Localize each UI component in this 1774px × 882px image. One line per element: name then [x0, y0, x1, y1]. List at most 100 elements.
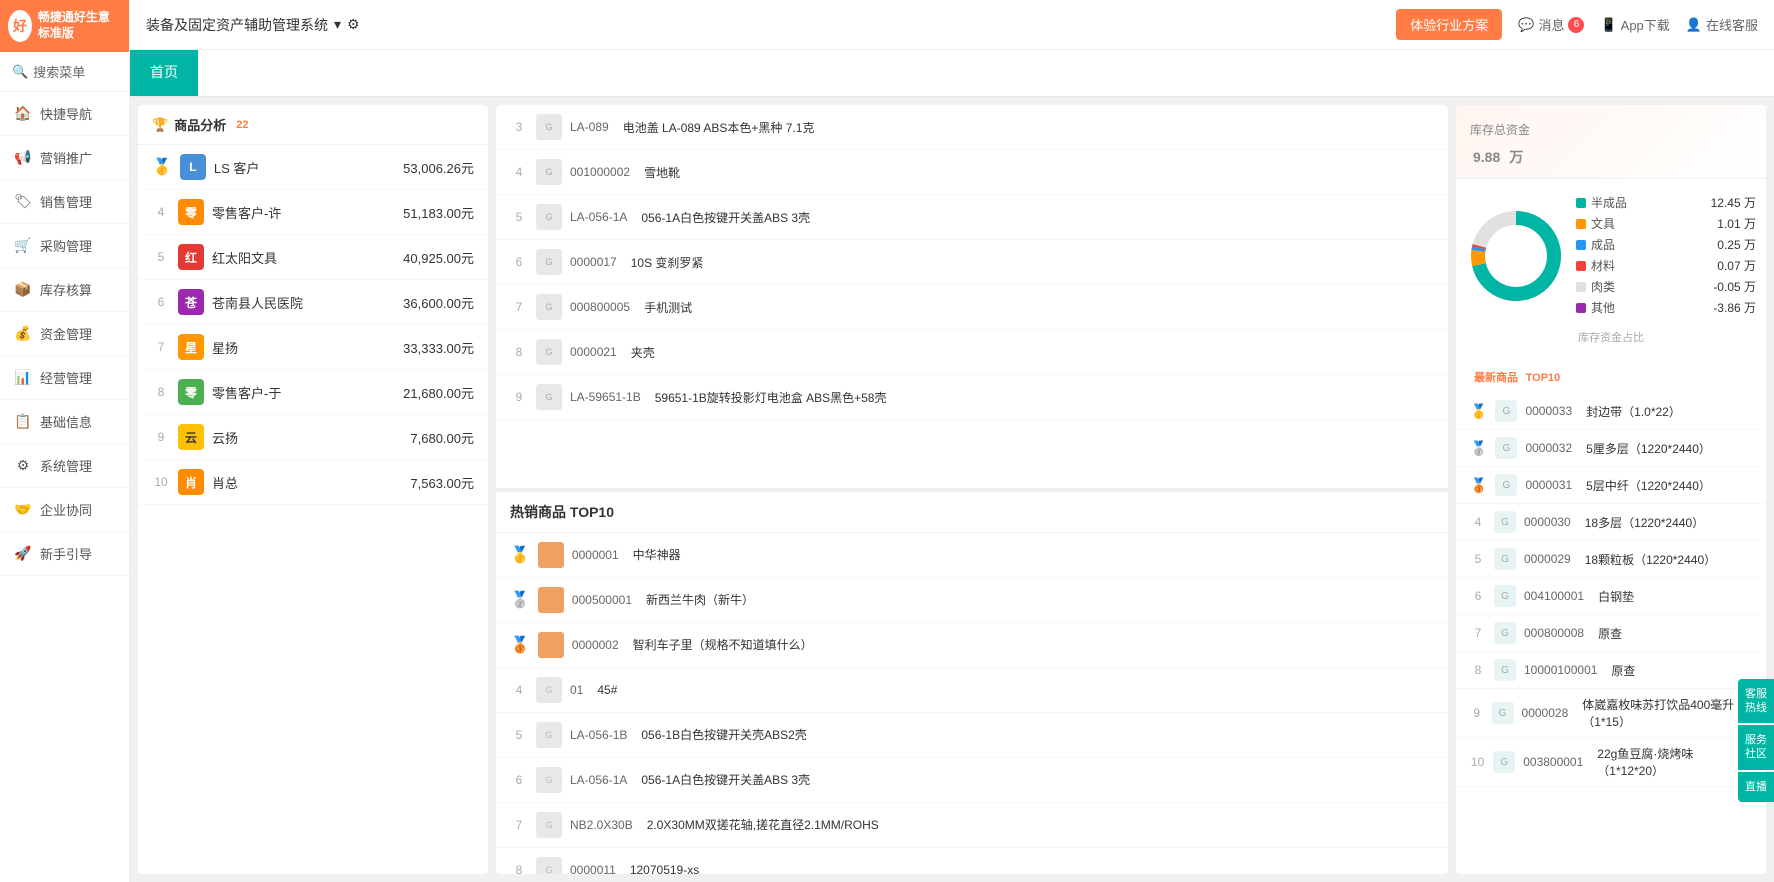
- service-icon: 👤: [1686, 17, 1702, 33]
- sidebar-item-basics[interactable]: 📋基础信息: [0, 400, 129, 444]
- np-rank-number: 4: [1470, 515, 1486, 529]
- customer-item[interactable]: 8 零 零售客户-于 21,680.00元: [138, 370, 488, 415]
- product-name: 10S 变刹罗紧: [631, 254, 704, 271]
- customer-item[interactable]: 9 云 云扬 7,680.00元: [138, 415, 488, 460]
- hot-rank-medal: 🥉: [510, 635, 530, 655]
- hot-product-item[interactable]: 8 G 0000011 12070519-xs: [496, 848, 1448, 875]
- np-rank-number: 5: [1470, 552, 1486, 566]
- sidebar-item-purchase[interactable]: 🛒采购管理: [0, 224, 129, 268]
- customer-item[interactable]: 7 星 星扬 33,333.00元: [138, 325, 488, 370]
- product-name: 电池盖 LA-089 ABS本色+黑种 7.1克: [623, 119, 815, 136]
- new-product-item[interactable]: 9 G 0000028 体崴嘉枚味苏打饮品400毫升（1*15）: [1456, 689, 1766, 738]
- hot-product-code: LA-056-1B: [570, 728, 627, 742]
- customer-amount: 21,680.00元: [403, 383, 474, 402]
- np-product-image: G: [1494, 622, 1516, 644]
- settings-icon[interactable]: ⚙: [347, 16, 360, 33]
- sidebar-item-marketing[interactable]: 📢营销推广: [0, 136, 129, 180]
- hot-product-item[interactable]: 6 G LA-056-1A 056-1A白色按键开关盖ABS 3壳: [496, 758, 1448, 803]
- legend-item: 材料 0.07 万: [1576, 257, 1756, 274]
- legend-dot: [1576, 219, 1586, 229]
- top-product-item[interactable]: 7 G 000800005 手机测试: [496, 285, 1448, 330]
- np-product-image: G: [1493, 751, 1515, 773]
- product-rank: 4: [510, 165, 528, 179]
- sidebar-item-quick-nav[interactable]: 🏠快捷导航: [0, 92, 129, 136]
- hot-product-item[interactable]: 🥇 0000001 中华神器: [496, 533, 1448, 578]
- float-btn-live[interactable]: 直播: [1738, 772, 1774, 802]
- customer-item[interactable]: 4 零 零售客户-许 51,183.00元: [138, 190, 488, 235]
- nav-icon-sales: 🏷: [14, 193, 32, 211]
- hot-product-image-placeholder: G: [536, 722, 562, 748]
- hot-product-item[interactable]: 🥈 000500001 新西兰牛肉（新牛）: [496, 578, 1448, 623]
- new-product-item[interactable]: 🥇 G 0000033 封边带（1.0*22）: [1456, 393, 1766, 430]
- logo-text: 畅捷通好生意 标准版: [38, 10, 121, 41]
- customer-item[interactable]: 5 红 红太阳文具 40,925.00元: [138, 235, 488, 280]
- top-product-item[interactable]: 4 G 001000002 雪地靴: [496, 150, 1448, 195]
- sidebar-item-inventory[interactable]: 📦库存核算: [0, 268, 129, 312]
- mobile-icon: 📱: [1600, 17, 1616, 33]
- hot-product-item[interactable]: 5 G LA-056-1B 056-1B白色按键开关壳ABS2壳: [496, 713, 1448, 758]
- top-product-item[interactable]: 9 G LA-59651-1B 59651-1B旋转投影灯电池盒 ABS黑色+5…: [496, 375, 1448, 420]
- top-product-item[interactable]: 8 G 0000021 夹壳: [496, 330, 1448, 375]
- sidebar-item-system[interactable]: ⚙系统管理: [0, 444, 129, 488]
- np-product-code: 0000031: [1525, 478, 1572, 492]
- customer-item[interactable]: 10 肖 肖总 7,563.00元: [138, 460, 488, 505]
- customer-name: 零售客户-于: [212, 383, 395, 402]
- chevron-down-icon[interactable]: ▾: [334, 16, 341, 33]
- product-rank: 6: [510, 255, 528, 269]
- new-product-item[interactable]: 🥉 G 0000031 5层中纤（1220*2440）: [1456, 467, 1766, 504]
- new-product-item[interactable]: 5 G 0000029 18颗粒板（1220*2440）: [1456, 541, 1766, 578]
- customer-name: 云扬: [212, 428, 402, 447]
- np-product-image: G: [1494, 511, 1516, 533]
- sidebar-item-guide[interactable]: 🚀新手引导: [0, 532, 129, 576]
- top-product-item[interactable]: 5 G LA-056-1A 056-1A白色按键开关盖ABS 3壳: [496, 195, 1448, 240]
- main-area: 装备及固定资产辅助管理系统 ▾ ⚙ 体验行业方案 💬 消息 6 📱 App下载 …: [130, 0, 1774, 882]
- np-product-code: 10000100001: [1524, 663, 1597, 677]
- np-rank-medal: 🥈: [1470, 440, 1487, 457]
- top-product-item[interactable]: 3 G LA-089 电池盖 LA-089 ABS本色+黑种 7.1克: [496, 105, 1448, 150]
- tab-home[interactable]: 首页: [130, 50, 198, 96]
- customer-amount: 7,563.00元: [410, 473, 474, 492]
- new-product-item[interactable]: 10 G 003800001 22g鱼豆腐·烧烤味（1*12*20）: [1456, 738, 1766, 787]
- legend-label: 成品: [1591, 236, 1615, 253]
- np-product-image: G: [1492, 702, 1514, 724]
- new-product-item[interactable]: 🥈 G 0000032 5厘多层（1220*2440）: [1456, 430, 1766, 467]
- product-image: G: [536, 384, 562, 410]
- legend-item: 其他 -3.86 万: [1576, 299, 1756, 316]
- new-products-list: 🥇 G 0000033 封边带（1.0*22） 🥈 G 0000032 5厘多层…: [1456, 393, 1766, 787]
- top-product-item[interactable]: 6 G 0000017 10S 变刹罗紧: [496, 240, 1448, 285]
- sidebar-item-sales[interactable]: 🏷销售管理: [0, 180, 129, 224]
- new-product-item[interactable]: 6 G 004100001 白钢垫: [1456, 578, 1766, 615]
- hot-product-name: 12070519-xs: [630, 863, 699, 875]
- hot-product-item[interactable]: 7 G NB2.0X30B 2.0X30MM双搓花轴,搓花直径2.1MM/ROH…: [496, 803, 1448, 848]
- float-btn-hotline[interactable]: 客服热线: [1738, 679, 1774, 724]
- tab-nav: 首页: [130, 50, 1774, 97]
- online-service-btn[interactable]: 👤 在线客服: [1686, 15, 1758, 34]
- sidebar-item-operation[interactable]: 📊经营管理: [0, 356, 129, 400]
- legend-dot: [1576, 282, 1586, 292]
- float-btn-community[interactable]: 服务社区: [1738, 725, 1774, 770]
- np-product-name: 22g鱼豆腐·烧烤味（1*12*20）: [1597, 745, 1752, 779]
- trial-button[interactable]: 体验行业方案: [1396, 9, 1502, 40]
- chart-section: 半成品 12.45 万 文具 1.01 万 成品 0.25 万 材料 0.07 …: [1456, 179, 1766, 355]
- notification-icon: 💬: [1518, 17, 1534, 33]
- customer-amount: 7,680.00元: [410, 428, 474, 447]
- notification-btn[interactable]: 💬 消息 6: [1518, 15, 1584, 34]
- content-area: 🏆 商品分析 22 🥇 L LS 客户 53,006.26元 4 零 零售客户-…: [130, 97, 1774, 882]
- new-product-item[interactable]: 7 G 000800008 原查: [1456, 615, 1766, 652]
- product-rank: 3: [510, 120, 528, 134]
- sidebar-search[interactable]: 🔍 搜索菜单: [0, 52, 129, 92]
- np-product-name: 5层中纤（1220*2440）: [1586, 477, 1711, 494]
- hot-product-item[interactable]: 🥉 0000002 智利车子里（规格不知道填什么）: [496, 623, 1448, 668]
- sidebar-item-enterprise[interactable]: 🤝企业协同: [0, 488, 129, 532]
- sidebar-item-finance[interactable]: 💰资金管理: [0, 312, 129, 356]
- new-product-item[interactable]: 4 G 0000030 18多层（1220*2440）: [1456, 504, 1766, 541]
- hot-product-item[interactable]: 4 G 01 45#: [496, 668, 1448, 713]
- np-product-image: G: [1494, 548, 1516, 570]
- np-product-code: 0000029: [1524, 552, 1571, 566]
- legend-dot: [1576, 303, 1586, 313]
- app-download-btn[interactable]: 📱 App下载: [1600, 15, 1669, 34]
- customer-item[interactable]: 🥇 L LS 客户 53,006.26元: [138, 145, 488, 190]
- new-product-item[interactable]: 8 G 10000100001 原查: [1456, 652, 1766, 689]
- inventory-total-value: 9.88 万: [1470, 142, 1752, 168]
- customer-item[interactable]: 6 苍 苍南县人民医院 36,600.00元: [138, 280, 488, 325]
